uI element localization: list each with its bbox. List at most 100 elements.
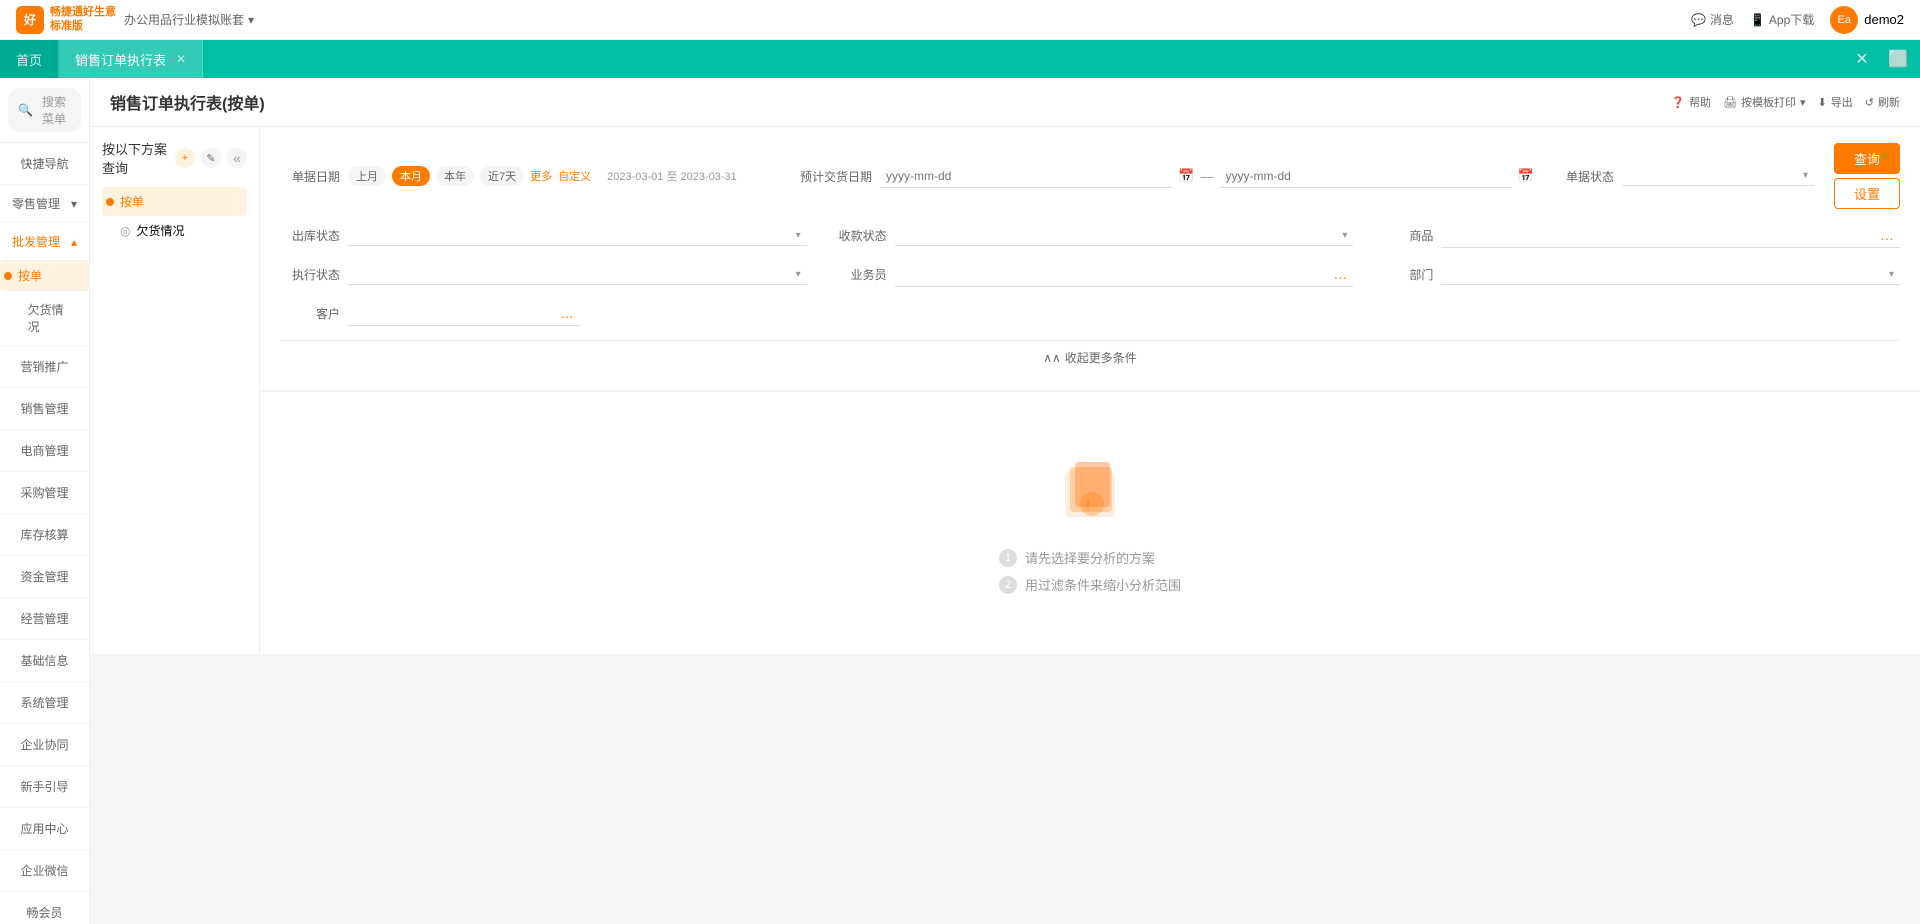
filter-group-status: 单据状态 ▾ [1554,166,1814,186]
sidebar-item-inventory[interactable]: 库存核算 [0,514,89,556]
download-icon: 📱 [1750,13,1765,27]
sidebar-item-sales-mgmt[interactable]: 销售管理 [0,388,89,430]
search-menu-btn[interactable]: 🔍 搜索菜单 [8,88,81,132]
message-btn[interactable]: 💬 消息 [1691,11,1734,28]
status-select[interactable]: ▾ [1622,166,1814,186]
delivery-select[interactable]: ▾ [348,226,807,246]
sidebar-item-quick-nav[interactable]: 快捷导航 [0,143,89,185]
customer-more-btn[interactable]: … [560,305,574,321]
tab-home[interactable]: 首页 [0,40,59,78]
filter-group-expected-date: 预计交货日期 📅 — 📅 [800,165,1534,188]
chevron-up-icon: ▴ [71,235,77,249]
sidebar-item-wholesale[interactable]: 批发管理 ▴ [0,223,89,261]
delivery-label: 出库状态 [280,227,340,244]
sidebar-item-app-center[interactable]: 应用中心 [0,808,89,850]
scheme-item-debt[interactable]: ◎ 欠货情况 [102,216,247,245]
filter-group-goods: 商品 … [1373,223,1900,248]
username: demo2 [1864,12,1904,27]
goods-label: 商品 [1373,227,1433,244]
calendar-icon-1[interactable]: 📅 [1178,168,1194,184]
chevron-up-icon: ∧∧ [1043,351,1061,365]
avatar: Ea [1830,6,1858,34]
empty-illustration: ! [1050,452,1130,532]
execution-select[interactable]: ▾ [348,265,807,285]
active-scheme-dot [106,198,114,206]
main-layout: 🔍 搜索菜单 快捷导航 零售管理 ▾ 批发管理 ▴ 按单 欠货情况 营销推广 销… [0,78,1920,924]
date-label: 单据日期 [280,168,340,185]
scheme-item-by-order[interactable]: 按单 [102,187,247,216]
sidebar-item-ecommerce[interactable]: 电商管理 [0,430,89,472]
print-icon: 🖨 [1723,96,1737,109]
sidebar-item-member[interactable]: 畅会员 [0,892,89,924]
tag-more[interactable]: 更多 [530,168,552,184]
execution-chevron: ▾ [796,269,801,280]
status-chevron: ▾ [1803,170,1808,181]
left-filter-panel: 按以下方案查询 + ✎ « 按单 [90,127,260,654]
industry-dropdown[interactable]: 办公用品行业模拟账套 ▾ [124,11,254,28]
export-btn[interactable]: ⬇ 导出 [1818,94,1853,110]
edit-scheme-btn[interactable]: ✎ [201,148,221,168]
settings-button[interactable]: 设置 [1834,178,1900,209]
help-btn[interactable]: ❓ 帮助 [1671,94,1711,110]
date-separator: — [1201,169,1214,184]
sidebar-item-enterprise-wechat[interactable]: 企业微信 [0,850,89,892]
filter-group-department: 部门 ▾ [1373,265,1900,285]
user-info[interactable]: Ea demo2 [1830,6,1904,34]
logo-icon: 好 [16,6,44,34]
header-right: 💬 消息 📱 App下载 Ea demo2 [1691,6,1904,34]
add-scheme-btn[interactable]: + [175,148,195,168]
empty-step-1: 1 请先选择要分析的方案 [999,548,1181,567]
collapse-more-btn[interactable]: ∧∧ 收起更多条件 [280,340,1900,374]
sidebar-item-marketing[interactable]: 营销推广 [0,346,89,388]
sidebar-item-orders[interactable]: 按单 [0,261,89,291]
query-button[interactable]: 查询 [1834,143,1900,174]
export-icon: ⬇ [1818,96,1827,109]
calendar-icon-2[interactable]: 📅 [1518,168,1534,184]
filter-group-collection: 收款状态 ▾ [827,226,1354,246]
tag-custom[interactable]: 自定义 [558,168,591,184]
sidebar-item-enterprise-collab[interactable]: 企业协同 [0,724,89,766]
tag-this-month[interactable]: 本月 [392,166,430,186]
tab-sales-order[interactable]: 销售订单执行表 ✕ [59,40,203,78]
left-filter-header: 按以下方案查询 + ✎ « [102,139,247,177]
goods-more-btn[interactable]: … [1880,227,1894,243]
sidebar-item-basic-info[interactable]: 基础信息 [0,640,89,682]
sidebar-item-debt[interactable]: 欠货情况 [0,291,89,346]
refresh-btn[interactable]: ↺ 刷新 [1865,94,1900,110]
close-tab-icon[interactable]: ✕ [176,52,186,66]
query-actions: 查询 设置 [1834,143,1900,209]
salesperson-more-btn[interactable]: … [1333,266,1347,282]
sidebar: 🔍 搜索菜单 快捷导航 零售管理 ▾ 批发管理 ▴ 按单 欠货情况 营销推广 销… [0,78,90,924]
step-num-2: 2 [999,576,1017,594]
collection-select[interactable]: ▾ [895,226,1354,246]
sidebar-item-retail[interactable]: 零售管理 ▾ [0,185,89,223]
tag-this-year[interactable]: 本年 [436,166,474,186]
sales-order-tab-label: 销售订单执行表 [75,50,166,69]
tag-last-7days[interactable]: 近7天 [480,166,524,186]
app-download-btn[interactable]: 📱 App下载 [1750,11,1814,28]
collapse-panel-btn[interactable]: « [227,148,247,168]
tag-last-month[interactable]: 上月 [348,166,386,186]
sidebar-item-system[interactable]: 系统管理 [0,682,89,724]
sidebar-item-operations[interactable]: 经营管理 [0,598,89,640]
template-print-btn[interactable]: 🖨 按模板打印 ▾ [1723,94,1806,110]
header-left: 好 畅捷通好生意 标准版 办公用品行业模拟账套 ▾ [16,6,254,34]
status-label: 单据状态 [1554,168,1614,185]
delivery-chevron: ▾ [796,230,801,241]
close-window-btn[interactable]: ✕ [1848,45,1876,73]
sidebar-item-finance[interactable]: 资金管理 [0,556,89,598]
department-select[interactable]: ▾ [1441,265,1900,285]
logo-text: 畅捷通好生意 标准版 [50,6,116,32]
department-label: 部门 [1373,266,1433,283]
expected-date-from[interactable] [880,165,1172,188]
expected-date-to[interactable] [1220,165,1512,188]
sidebar-item-newbie[interactable]: 新手引导 [0,766,89,808]
sidebar-item-purchase[interactable]: 采购管理 [0,472,89,514]
active-dot [4,272,12,280]
restore-window-btn[interactable]: ⬜ [1884,45,1912,73]
filter-group-date: 单据日期 上月 本月 本年 近7天 更多 自定义 2023-03-01 至 20… [280,166,780,186]
page-title: 销售订单执行表(按单) [110,90,265,114]
help-icon: ❓ [1671,96,1685,109]
filter-row-execution: 执行状态 ▾ 业务员 … [280,262,1900,287]
execution-label: 执行状态 [280,266,340,283]
